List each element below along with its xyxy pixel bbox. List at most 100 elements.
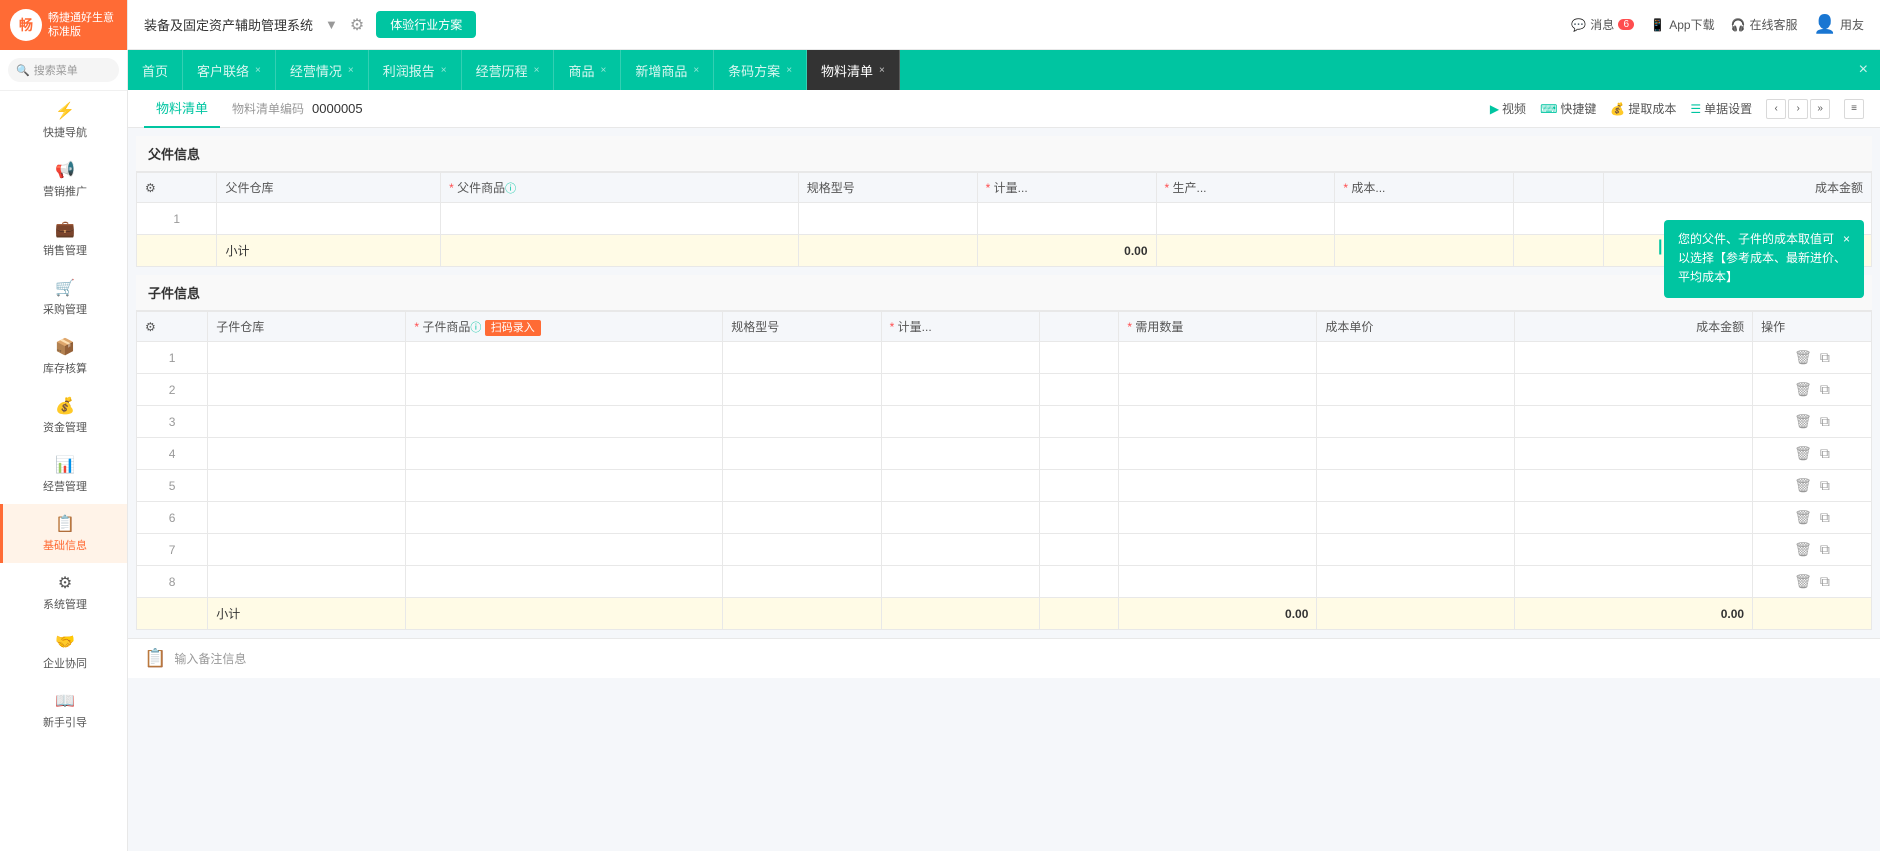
child-row-2-copy[interactable]: ⧉ [1820, 381, 1830, 398]
close-all-tabs[interactable]: × [1847, 61, 1880, 79]
child-row-4-copy[interactable]: ⧉ [1820, 445, 1830, 462]
child-row-5-qty[interactable] [1119, 470, 1317, 502]
child-row-3-copy[interactable]: ⧉ [1820, 413, 1830, 430]
tab-op-status-close[interactable]: × [348, 65, 354, 76]
child-row-8-spec[interactable] [723, 566, 881, 598]
child-row-7-product[interactable] [406, 534, 723, 566]
child-row-1-product[interactable] [406, 342, 723, 374]
child-row-4-spec[interactable] [723, 438, 881, 470]
child-row-5-product[interactable] [406, 470, 723, 502]
child-row-7-price[interactable] [1317, 534, 1515, 566]
child-row-1-spec[interactable] [723, 342, 881, 374]
tab-product-close[interactable]: × [600, 65, 606, 76]
child-row-6-copy[interactable]: ⧉ [1820, 509, 1830, 526]
nav-next-button[interactable]: › [1788, 99, 1808, 119]
child-row-2-delete[interactable]: 🗑 [1794, 381, 1812, 398]
child-row-4-unit[interactable] [881, 438, 1039, 470]
child-row-3-delete[interactable]: 🗑 [1794, 413, 1812, 430]
tab-barcode-close[interactable]: × [786, 65, 792, 76]
tab-operation-history[interactable]: 经营历程× [462, 50, 555, 90]
sub-tab-bom[interactable]: 物料清单 [144, 90, 220, 128]
tab-product[interactable]: 商品× [554, 50, 621, 90]
sidebar-item-guide[interactable]: 📖 新手引导 [0, 681, 127, 740]
sidebar-item-quick[interactable]: ⚡ 快捷导航 [0, 91, 127, 150]
tab-bom-close[interactable]: × [879, 65, 885, 76]
extract-cost-action[interactable]: 💰 提取成本 [1610, 100, 1676, 117]
parent-row-1-cost[interactable] [1335, 203, 1514, 235]
parent-col-gear[interactable]: ⚙ [137, 173, 217, 203]
scan-badge[interactable]: 扫码录入 [485, 320, 541, 336]
child-row-4-delete[interactable]: 🗑 [1794, 445, 1812, 462]
tab-op-history-close[interactable]: × [534, 65, 540, 76]
child-row-2-product[interactable] [406, 374, 723, 406]
child-row-5-price[interactable] [1317, 470, 1515, 502]
child-row-7-qty[interactable] [1119, 534, 1317, 566]
sidebar-item-inventory[interactable]: 📦 库存核算 [0, 327, 127, 386]
sidebar-item-marketing[interactable]: 📢 营销推广 [0, 150, 127, 209]
shortcut-action[interactable]: ⌨ 快捷键 [1540, 100, 1596, 117]
child-row-8-unit[interactable] [881, 566, 1039, 598]
child-row-7-delete[interactable]: 🗑 [1794, 541, 1812, 558]
child-row-7-copy[interactable]: ⧉ [1820, 541, 1830, 558]
child-row-4-product[interactable] [406, 438, 723, 470]
tab-home[interactable]: 首页 [128, 50, 183, 90]
child-row-8-warehouse[interactable] [208, 566, 406, 598]
doc-settings-action[interactable]: ☰ 单据设置 [1690, 100, 1752, 117]
tab-operation-status[interactable]: 经营情况× [276, 50, 369, 90]
child-row-3-product[interactable] [406, 406, 723, 438]
child-row-4-qty[interactable] [1119, 438, 1317, 470]
child-row-1-copy[interactable]: ⧉ [1820, 349, 1830, 366]
tab-profit-close[interactable]: × [441, 65, 447, 76]
child-row-2-price[interactable] [1317, 374, 1515, 406]
sidebar-item-enterprise[interactable]: 🤝 企业协同 [0, 622, 127, 681]
child-row-6-product[interactable] [406, 502, 723, 534]
grid-view-button[interactable]: ≡ [1844, 99, 1864, 119]
parent-row-1-warehouse[interactable] [217, 203, 441, 235]
child-row-3-spec[interactable] [723, 406, 881, 438]
child-row-7-spec[interactable] [723, 534, 881, 566]
child-row-1-delete[interactable]: 🗑 [1794, 349, 1812, 366]
tab-add-product[interactable]: 新增商品× [621, 50, 714, 90]
tab-customer[interactable]: 客户联络× [183, 50, 276, 90]
child-row-6-warehouse[interactable] [208, 502, 406, 534]
child-row-5-copy[interactable]: ⧉ [1820, 477, 1830, 494]
tab-barcode[interactable]: 条码方案× [714, 50, 807, 90]
tab-customer-close[interactable]: × [255, 65, 261, 76]
child-row-8-price[interactable] [1317, 566, 1515, 598]
sidebar-item-purchase[interactable]: 🛒 采购管理 [0, 268, 127, 327]
child-row-2-warehouse[interactable] [208, 374, 406, 406]
tab-profit-report[interactable]: 利润报告× [369, 50, 462, 90]
child-row-6-delete[interactable]: 🗑 [1794, 509, 1812, 526]
child-row-5-spec[interactable] [723, 470, 881, 502]
sidebar-item-operation[interactable]: 📊 经营管理 [0, 445, 127, 504]
child-row-5-unit[interactable] [881, 470, 1039, 502]
video-action[interactable]: ▶ 视频 [1490, 100, 1526, 117]
child-row-8-copy[interactable]: ⧉ [1820, 573, 1830, 590]
child-row-8-product[interactable] [406, 566, 723, 598]
online-service-button[interactable]: 🎧 在线客服 [1731, 16, 1798, 33]
child-row-4-warehouse[interactable] [208, 438, 406, 470]
child-row-6-unit[interactable] [881, 502, 1039, 534]
child-row-4-price[interactable] [1317, 438, 1515, 470]
child-row-5-delete[interactable]: 🗑 [1794, 477, 1812, 494]
search-menu-button[interactable]: 🔍 搜索菜单 [8, 58, 119, 82]
child-row-3-price[interactable] [1317, 406, 1515, 438]
nav-prev-button[interactable]: ‹ [1766, 99, 1786, 119]
sidebar-item-finance[interactable]: 💰 资金管理 [0, 386, 127, 445]
sidebar-item-basic[interactable]: 📋 基础信息 [0, 504, 127, 563]
child-row-7-warehouse[interactable] [208, 534, 406, 566]
child-row-8-qty[interactable] [1119, 566, 1317, 598]
notes-placeholder[interactable]: 输入备注信息 [174, 650, 246, 667]
tab-add-product-close[interactable]: × [693, 65, 699, 76]
child-row-6-price[interactable] [1317, 502, 1515, 534]
child-row-3-warehouse[interactable] [208, 406, 406, 438]
sidebar-item-sales[interactable]: 💼 销售管理 [0, 209, 127, 268]
child-col-gear[interactable]: ⚙ [137, 312, 208, 342]
message-button[interactable]: 💬 消息 6 [1571, 16, 1634, 33]
child-row-3-unit[interactable] [881, 406, 1039, 438]
parent-row-1-product[interactable] [441, 203, 799, 235]
child-row-6-spec[interactable] [723, 502, 881, 534]
child-row-2-qty[interactable] [1119, 374, 1317, 406]
child-row-2-unit[interactable] [881, 374, 1039, 406]
child-row-3-qty[interactable] [1119, 406, 1317, 438]
